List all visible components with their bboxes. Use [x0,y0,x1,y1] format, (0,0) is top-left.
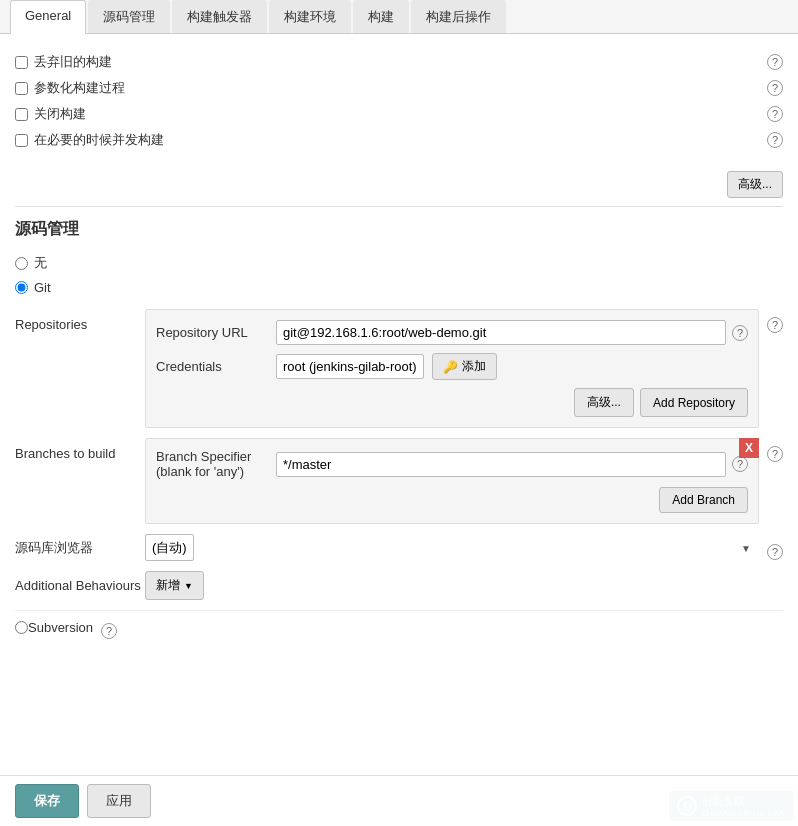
radio-subversion[interactable] [15,621,28,634]
save-button[interactable]: 保存 [15,784,79,818]
checkbox-label-1: 丢弃旧的构建 [34,53,112,71]
main-content: 丢弃旧的构建 ? 参数化构建过程 ? 关闭构建 ? 在必要的时候并发构建 ? 高… [0,34,798,814]
checkbox-concurrent[interactable] [15,134,28,147]
bottom-bar: 保存 应用 [0,775,798,826]
repositories-help[interactable]: ? [767,317,783,333]
repo-buttons-row: 高级... Add Repository [156,388,748,417]
credentials-row: Credentials root (jenkins-gilab-root) 🔑 … [156,353,748,380]
radio-none-label: 无 [34,254,47,272]
section-title-source: 源码管理 [15,207,783,250]
branches-block: Branches to build X Branch Specifier (bl… [15,438,783,524]
help-icon-2[interactable]: ? [767,80,783,96]
help-icon-4[interactable]: ? [767,132,783,148]
repositories-label: Repositories [15,309,145,332]
key-icon: 🔑 [443,360,458,374]
checkbox-disable[interactable] [15,108,28,121]
repo-advanced-button[interactable]: 高级... [574,388,634,417]
additional-block: Additional Behaviours 新增 ▼ [15,571,783,600]
credentials-label: Credentials [156,359,276,374]
scm-browser-label: 源码库浏览器 [15,539,145,557]
tab-env[interactable]: 构建环境 [269,0,351,33]
branch-specifier-help[interactable]: ? [732,456,748,472]
radio-git[interactable] [15,281,28,294]
checkbox-row-3: 关闭构建 ? [15,101,783,127]
apply-button[interactable]: 应用 [87,784,151,818]
add-branch-button[interactable]: Add Branch [659,487,748,513]
radio-none[interactable] [15,257,28,270]
advanced-button[interactable]: 高级... [727,171,783,198]
checkbox-row-1: 丢弃旧的构建 ? [15,49,783,75]
radio-git-row: Git [15,276,783,299]
checkboxes-section: 丢弃旧的构建 ? 参数化构建过程 ? 关闭构建 ? 在必要的时候并发构建 ? [15,44,783,163]
branch-buttons-row: Add Branch [156,487,748,513]
tab-post[interactable]: 构建后操作 [411,0,506,33]
checkbox-row-4: 在必要的时候并发构建 ? [15,127,783,153]
subversion-row: Subversion ? [15,610,783,643]
repo-url-row: Repository URL ? [156,320,748,345]
branches-label: Branches to build [15,438,145,461]
checkbox-parameterized[interactable] [15,82,28,95]
tab-build[interactable]: 构建 [353,0,409,33]
remove-branch-button[interactable]: X [739,438,759,458]
repo-url-input[interactable] [276,320,726,345]
branches-content: X Branch Specifier (blank for 'any') ? A… [145,438,759,524]
scm-browser-block: 源码库浏览器 (自动) ? [15,534,783,561]
radio-none-row: 无 [15,250,783,276]
branch-specifier-input[interactable] [276,452,726,477]
help-icon-1[interactable]: ? [767,54,783,70]
branch-specifier-row: Branch Specifier (blank for 'any') ? [156,449,748,479]
branches-help[interactable]: ? [767,446,783,462]
new-behaviour-label: 新增 [156,577,180,594]
scm-browser-select-wrapper: (自动) [145,534,759,561]
checkbox-discard-builds[interactable] [15,56,28,69]
repo-url-help[interactable]: ? [732,325,748,341]
branch-specifier-label: Branch Specifier (blank for 'any') [156,449,276,479]
repositories-block: Repositories Repository URL ? Credential… [15,309,783,428]
radio-git-label: Git [34,280,51,295]
subversion-help[interactable]: ? [101,623,117,639]
checkbox-label-4: 在必要的时候并发构建 [34,131,164,149]
repo-url-label: Repository URL [156,325,276,340]
add-credentials-button[interactable]: 🔑 添加 [432,353,497,380]
additional-label: Additional Behaviours [15,578,145,593]
new-behaviour-button[interactable]: 新增 ▼ [145,571,204,600]
repositories-content: Repository URL ? Credentials root (jenki… [145,309,759,428]
dropdown-arrow-icon: ▼ [184,581,193,591]
tab-source[interactable]: 源码管理 [88,0,170,33]
subversion-label: Subversion [28,620,93,635]
tab-trigger[interactable]: 构建触发器 [172,0,267,33]
checkbox-label-3: 关闭构建 [34,105,86,123]
scm-browser-help[interactable]: ? [767,544,783,560]
tab-bar: General 源码管理 构建触发器 构建环境 构建 构建后操作 [0,0,798,34]
add-cred-label: 添加 [462,358,486,375]
checkbox-label-2: 参数化构建过程 [34,79,125,97]
advanced-row: 高级... [15,163,783,207]
help-icon-3[interactable]: ? [767,106,783,122]
add-repository-button[interactable]: Add Repository [640,388,748,417]
credentials-select[interactable]: root (jenkins-gilab-root) [276,354,424,379]
scm-browser-select[interactable]: (自动) [145,534,194,561]
checkbox-row-2: 参数化构建过程 ? [15,75,783,101]
tab-general[interactable]: General [10,0,86,34]
